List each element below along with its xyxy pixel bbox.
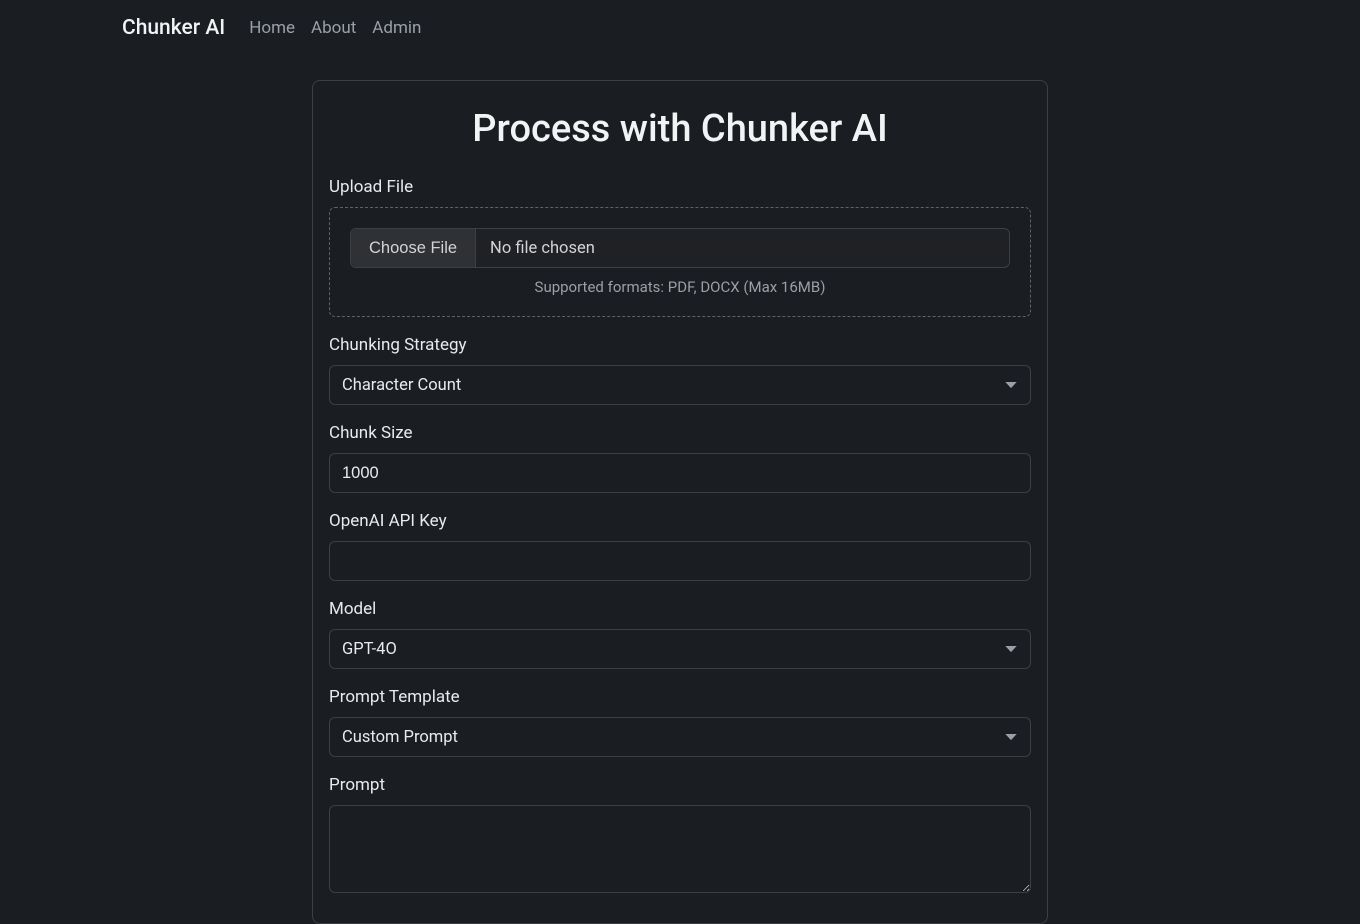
label-prompt: Prompt [329,775,1031,795]
main-card: Process with Chunker AI Upload File Choo… [312,80,1048,924]
group-chunk-size: Chunk Size [329,423,1031,493]
group-upload: Upload File Choose File No file chosen S… [329,177,1031,317]
select-template-value: Custom Prompt [342,728,458,747]
textarea-prompt[interactable] [329,805,1031,893]
label-strategy: Chunking Strategy [329,335,1031,355]
group-prompt: Prompt [329,775,1031,893]
choose-file-button[interactable]: Choose File [351,229,476,267]
chevron-down-icon [1004,730,1018,744]
nav-link-about[interactable]: About [311,18,356,38]
input-chunk-size[interactable] [329,453,1031,493]
input-api-key[interactable] [329,541,1031,581]
navbar-inner: Chunker AI Home About Admin [122,16,421,40]
nav-items: Home About Admin [249,18,421,38]
label-api-key: OpenAI API Key [329,511,1031,531]
select-model[interactable]: GPT-4O [329,629,1031,669]
group-template: Prompt Template Custom Prompt [329,687,1031,757]
label-upload: Upload File [329,177,1031,197]
upload-dropzone[interactable]: Choose File No file chosen Supported for… [329,207,1031,317]
label-template: Prompt Template [329,687,1031,707]
chevron-down-icon [1004,642,1018,656]
group-api-key: OpenAI API Key [329,511,1031,581]
brand[interactable]: Chunker AI [122,16,225,40]
label-chunk-size: Chunk Size [329,423,1031,443]
select-model-value: GPT-4O [342,640,397,659]
navbar: Chunker AI Home About Admin [0,0,1360,56]
nav-link-admin[interactable]: Admin [372,18,421,38]
nav-link-home[interactable]: Home [249,18,295,38]
page-title: Process with Chunker AI [329,107,1031,151]
select-strategy-value: Character Count [342,376,461,395]
file-status-text: No file chosen [476,239,595,258]
label-model: Model [329,599,1031,619]
file-input-row: Choose File No file chosen [350,228,1010,268]
supported-formats-text: Supported formats: PDF, DOCX (Max 16MB) [350,278,1010,296]
select-strategy[interactable]: Character Count [329,365,1031,405]
group-strategy: Chunking Strategy Character Count [329,335,1031,405]
select-template[interactable]: Custom Prompt [329,717,1031,757]
group-model: Model GPT-4O [329,599,1031,669]
chevron-down-icon [1004,378,1018,392]
